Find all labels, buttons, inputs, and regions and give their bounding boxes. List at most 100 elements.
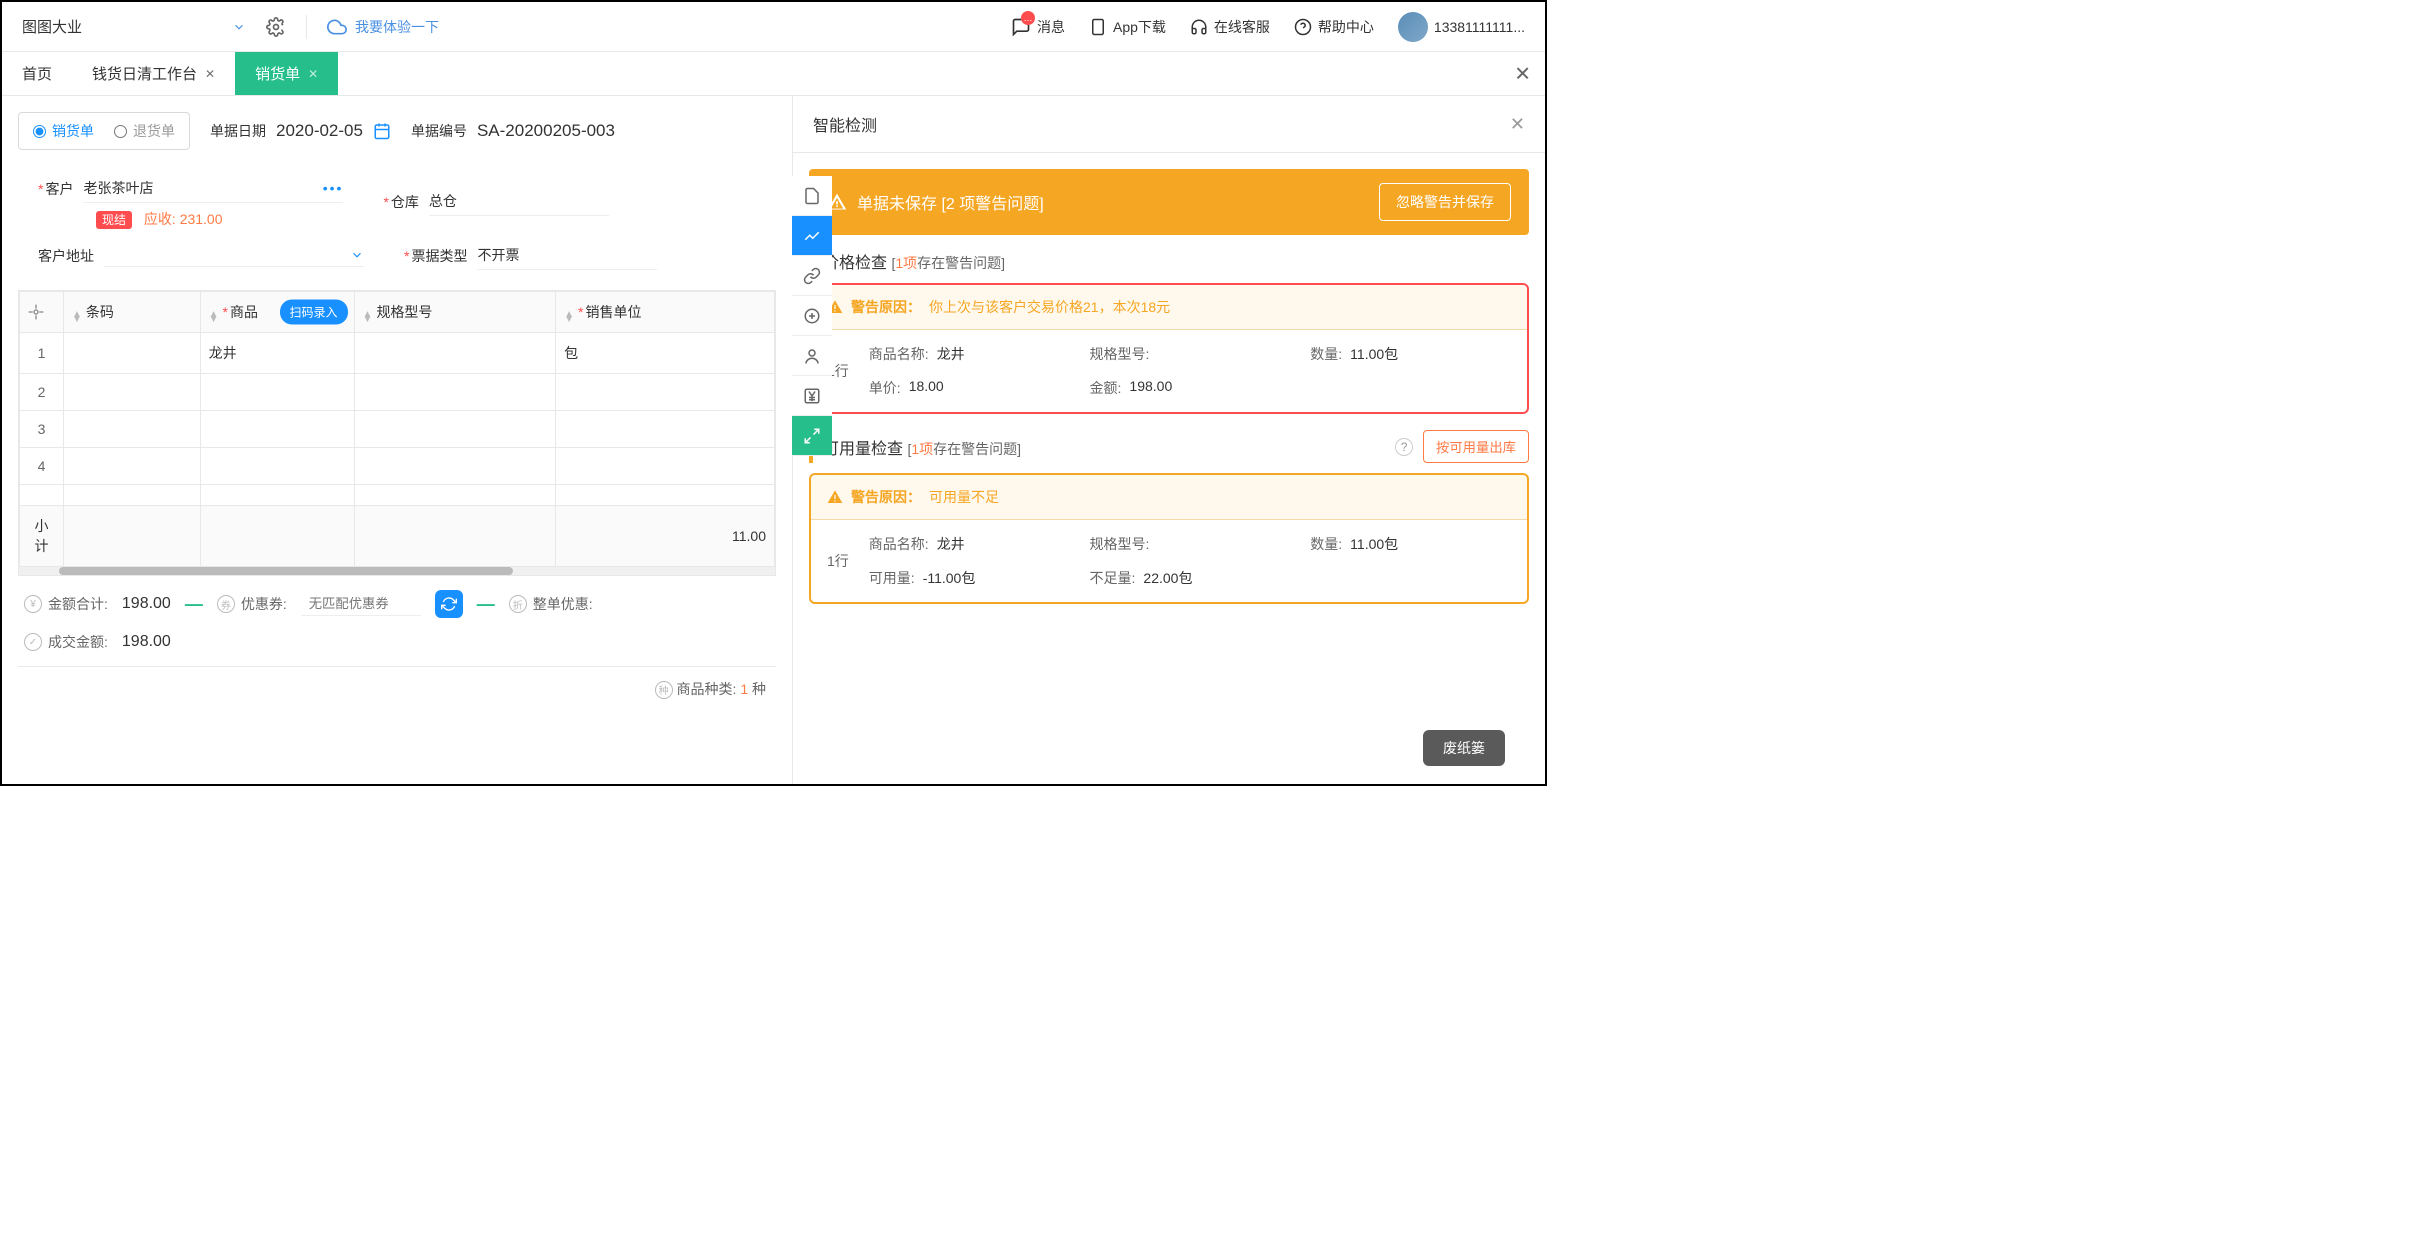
main-area: 销货单 退货单 单据日期 2020-02-05 单据编号 SA-20200205…	[2, 96, 1545, 784]
col-unit[interactable]: ▲▼*销售单位	[556, 292, 775, 333]
minus-icon: —	[477, 594, 495, 615]
rail-chart-icon[interactable]	[792, 216, 832, 256]
radio-sales[interactable]: 销货单	[33, 121, 94, 141]
items-table-wrap: ▲▼条码 ▲▼*商品扫码录入 ▲▼规格型号 ▲▼*销售单位 1龙井包 2 3 4…	[18, 290, 776, 576]
help-icon[interactable]: ?	[1395, 438, 1413, 456]
user-menu[interactable]: 13381111111...	[1398, 12, 1525, 42]
scan-button[interactable]: 扫码录入	[280, 300, 348, 325]
col-spec[interactable]: ▲▼规格型号	[354, 292, 556, 333]
subtotal-row: 小计11.00	[20, 506, 775, 567]
amount-total-label: ¥金额合计:	[24, 594, 108, 614]
short-cell: 不足量:22.00包	[1090, 568, 1291, 588]
gear-icon	[28, 304, 44, 320]
close-icon[interactable]: ✕	[205, 67, 215, 81]
invoice-type-input[interactable]: 不开票	[477, 241, 657, 270]
online-service-link[interactable]: 在线客服	[1190, 17, 1270, 37]
calendar-icon[interactable]	[373, 122, 391, 140]
table-row[interactable]	[20, 485, 775, 506]
product-cell: 商品名称:龙井	[869, 534, 1070, 554]
col-product[interactable]: ▲▼*商品扫码录入	[200, 292, 354, 333]
amount-cell: 金额:198.00	[1090, 378, 1291, 398]
refresh-button[interactable]	[435, 590, 463, 618]
availability-check-section: 可用量检查 [1项存在警告问题] ? 按可用量出库 警告原因：可用量不足 1行	[809, 430, 1529, 604]
close-icon[interactable]: ✕	[1510, 114, 1525, 135]
table-row[interactable]: 3	[20, 411, 775, 448]
col-barcode[interactable]: ▲▼条码	[64, 292, 201, 333]
side-rail	[792, 176, 832, 456]
ellipsis-icon[interactable]: •••	[323, 180, 344, 196]
coupon-input[interactable]	[301, 592, 421, 616]
trash-button[interactable]: 废纸篓	[1423, 730, 1505, 766]
radio-return[interactable]: 退货单	[114, 121, 175, 141]
spec-cell: 规格型号:	[1090, 344, 1291, 364]
rail-expand-icon[interactable]	[792, 416, 832, 456]
row-label: 1行	[827, 534, 849, 588]
footer-stats: 种 商品种类: 1 种	[18, 666, 776, 711]
address-input[interactable]	[104, 244, 364, 267]
org-selector[interactable]: 图图大业	[22, 16, 246, 37]
receivable: 应收: 231.00	[144, 211, 223, 227]
date-field: 单据日期 2020-02-05	[210, 121, 391, 141]
rail-link-icon[interactable]	[792, 256, 832, 296]
customer-input[interactable]: 老张茶叶店 •••	[83, 174, 343, 203]
invoice-type-field: *票据类型 不开票	[404, 241, 704, 270]
price-warning-body: 1行 商品名称:龙井 规格型号: 数量:11.00包 单价:18.00 金额:1…	[811, 330, 1527, 412]
tab-home[interactable]: 首页	[2, 52, 72, 95]
tab-workbench[interactable]: 钱货日清工作台✕	[72, 52, 235, 95]
price-check-section: 价格检查 [1项存在警告问题] 警告原因：你上次与该客户交易价格21，本次18元…	[809, 249, 1529, 414]
chevron-down-icon[interactable]	[350, 248, 364, 262]
warehouse-input[interactable]: 总仓	[429, 187, 609, 216]
coupon-label: 券优惠券:	[217, 594, 287, 614]
ticket-icon: 券	[217, 595, 235, 613]
table-header-row: ▲▼条码 ▲▼*商品扫码录入 ▲▼规格型号 ▲▼*销售单位	[20, 292, 775, 333]
address-label: 客户地址	[38, 246, 94, 266]
gear-icon[interactable]	[266, 17, 286, 37]
form-type-row: 销货单 退货单 单据日期 2020-02-05 单据编号 SA-20200205…	[18, 112, 776, 164]
table-row[interactable]: 2	[20, 374, 775, 411]
price-warning-reason: 警告原因：你上次与该客户交易价格21，本次18元	[811, 285, 1527, 330]
app-download-link[interactable]: App下载	[1089, 17, 1166, 37]
docno-value: SA-20200205-003	[477, 121, 615, 141]
try-experience-link[interactable]: 我要体验一下	[327, 17, 439, 37]
sort-icon: ▲▼	[564, 312, 574, 322]
phone-icon	[1089, 18, 1107, 36]
help-icon	[1294, 18, 1312, 36]
radio-sales-input[interactable]	[33, 125, 46, 138]
ignore-save-button[interactable]: 忽略警告并保存	[1379, 183, 1511, 221]
close-all-icon[interactable]: ✕	[1514, 61, 1531, 86]
table-row[interactable]: 1龙井包	[20, 333, 775, 374]
scrollbar-thumb[interactable]	[59, 567, 513, 575]
username: 13381111111...	[1434, 19, 1525, 35]
rail-user-icon[interactable]	[792, 336, 832, 376]
app-download-label: App下载	[1113, 17, 1166, 37]
order-type-radio-group: 销货单 退货单	[18, 112, 190, 150]
availability-warning-reason: 警告原因：可用量不足	[811, 475, 1527, 520]
customer-field: *客户 老张茶叶店 ••• 现结 应收: 231.00	[38, 174, 343, 229]
qty-cell: 数量:11.00包	[1310, 534, 1511, 554]
col-settings[interactable]	[20, 292, 64, 333]
smart-check-title: 智能检测	[813, 112, 877, 136]
sort-icon: ▲▼	[209, 312, 219, 322]
price-cell: 单价:18.00	[869, 378, 1070, 398]
rail-yen-icon[interactable]	[792, 376, 832, 416]
rail-cycle-icon[interactable]	[792, 296, 832, 336]
radio-return-input[interactable]	[114, 125, 127, 138]
horizontal-scrollbar[interactable]	[19, 567, 775, 575]
smart-check-body: 单据未保存 [2 项警告问题] 忽略警告并保存 价格检查 [1项存在警告问题] …	[793, 153, 1545, 784]
org-name: 图图大业	[22, 16, 82, 37]
invoice-type-value: 不开票	[477, 245, 519, 265]
date-value[interactable]: 2020-02-05	[276, 121, 363, 141]
table-row[interactable]: 4	[20, 448, 775, 485]
by-availability-button[interactable]: 按可用量出库	[1423, 430, 1529, 463]
docno-field: 单据编号 SA-20200205-003	[411, 121, 615, 141]
help-center-link[interactable]: 帮助中心	[1294, 17, 1374, 37]
close-icon[interactable]: ✕	[308, 67, 318, 81]
totals-row: ¥金额合计: 198.00 — 券优惠券: — 折整单优惠:	[18, 576, 776, 632]
deal-amount-value: 198.00	[122, 633, 171, 651]
radio-sales-label: 销货单	[52, 121, 94, 141]
rail-doc-icon[interactable]	[792, 176, 832, 216]
minus-icon: —	[185, 594, 203, 615]
messages-link[interactable]: … 消息	[1011, 17, 1065, 37]
kinds-count: 1	[740, 681, 748, 697]
tab-sales-order[interactable]: 销货单✕	[235, 52, 338, 95]
